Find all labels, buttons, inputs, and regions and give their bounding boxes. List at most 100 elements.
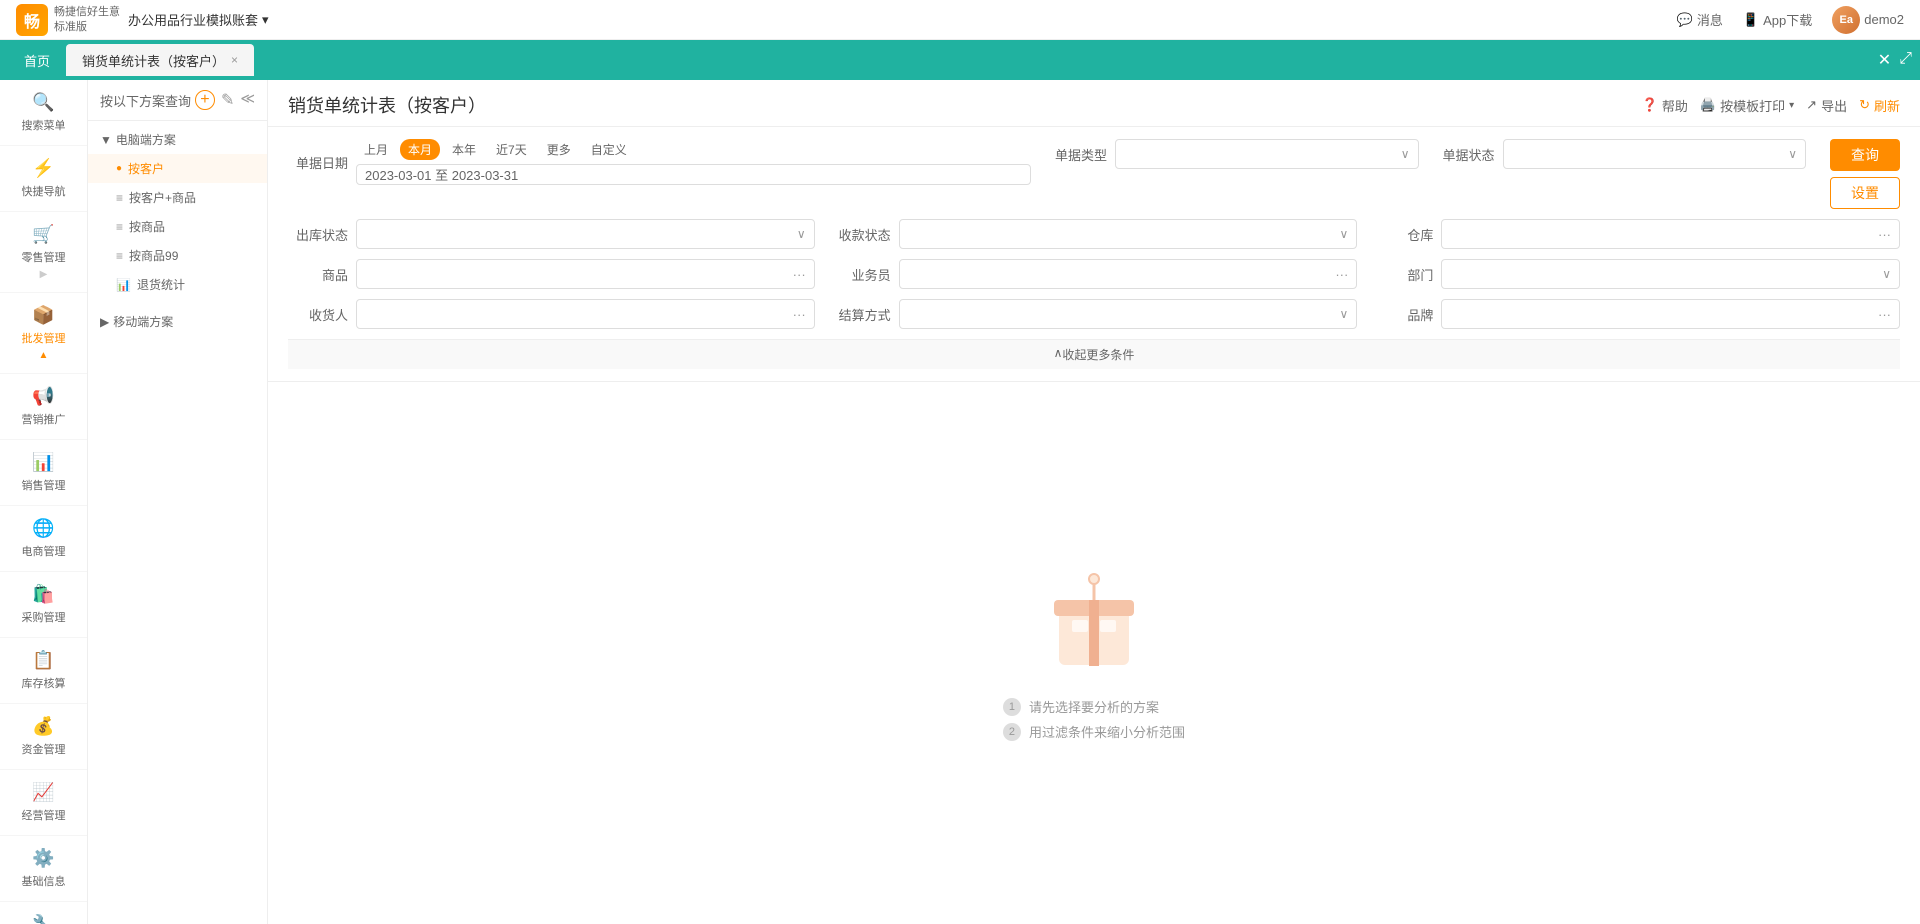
type-select[interactable]: ∨ bbox=[1115, 139, 1419, 169]
goods-filter: 商品 ··· bbox=[288, 259, 815, 289]
mobile-group-title[interactable]: ▶ 移动端方案 bbox=[88, 307, 267, 336]
date-btn-more[interactable]: 更多 bbox=[539, 139, 579, 160]
sidebar-item-sales[interactable]: 📊 销售管理 bbox=[0, 440, 87, 506]
tab-bar: 首页 销货单统计表（按客户） × ✕ ⤢ bbox=[0, 40, 1920, 80]
recipient-input[interactable]: ··· bbox=[356, 299, 815, 329]
logo-area: 畅 畅捷信好生意 标准版 bbox=[16, 4, 120, 36]
goods-label: 商品 bbox=[288, 265, 348, 284]
basic-icon: ⚙️ bbox=[32, 848, 54, 869]
tab-close-icon[interactable]: × bbox=[231, 53, 238, 67]
dept-filter: 部门 ∨ bbox=[1373, 259, 1900, 289]
close-window-icon[interactable]: ✕ bbox=[1878, 50, 1891, 70]
sidebar-item-finance[interactable]: 💰 资金管理 bbox=[0, 704, 87, 770]
goods-dots-icon: ··· bbox=[793, 267, 806, 282]
edit-scheme-icon[interactable]: ✎ bbox=[221, 90, 234, 110]
sidebar-item-quick-nav[interactable]: ⚡ 快捷导航 bbox=[0, 146, 87, 212]
date-btn-this-year[interactable]: 本年 bbox=[444, 139, 484, 160]
maximize-window-icon[interactable]: ⤢ bbox=[1899, 50, 1912, 70]
goods-input[interactable]: ··· bbox=[356, 259, 815, 289]
date-filter: 单据日期 上月 本月 本年 近7天 更多 自定义 2023-03-01 至 20… bbox=[288, 139, 1031, 185]
sidebar-item-basic[interactable]: ⚙️ 基础信息 bbox=[0, 836, 87, 902]
warehouse-filter: 仓库 ··· bbox=[1373, 219, 1900, 249]
out-status-label: 出库状态 bbox=[288, 225, 348, 244]
refresh-icon: ↻ bbox=[1859, 97, 1870, 113]
date-btn-group: 上月 本月 本年 近7天 更多 自定义 bbox=[356, 139, 1031, 160]
type-label: 单据类型 bbox=[1047, 145, 1107, 164]
salesperson-label: 业务员 bbox=[831, 265, 891, 284]
refresh-button[interactable]: ↻ 刷新 bbox=[1859, 96, 1900, 115]
dept-select[interactable]: ∨ bbox=[1441, 259, 1900, 289]
left-panel-actions: + ✎ ≪ bbox=[195, 90, 255, 110]
recipient-dots-icon: ··· bbox=[793, 307, 806, 322]
print-button[interactable]: 🖨️ 按模板打印 ▾ bbox=[1700, 96, 1794, 115]
sidebar-item-retail[interactable]: 🛒 零售管理 ▶ bbox=[0, 212, 87, 293]
sidebar-item-marketing[interactable]: 📢 营销推广 bbox=[0, 374, 87, 440]
tab-sales-stats[interactable]: 销货单统计表（按客户） × bbox=[66, 44, 254, 76]
date-label: 单据日期 bbox=[288, 153, 348, 172]
settlement-select[interactable]: ∨ bbox=[899, 299, 1358, 329]
user-profile[interactable]: Ea demo2 bbox=[1832, 6, 1904, 34]
desktop-group-title[interactable]: ▼ 电脑端方案 bbox=[88, 125, 267, 154]
out-status-select[interactable]: ∨ bbox=[356, 219, 815, 249]
recipient-filter: 收货人 ··· bbox=[288, 299, 815, 329]
step-1-number: 1 bbox=[1003, 698, 1021, 716]
date-range-input[interactable]: 2023-03-01 至 2023-03-31 bbox=[356, 164, 1031, 185]
salesperson-input[interactable]: ··· bbox=[899, 259, 1358, 289]
sidebar-item-operation[interactable]: 📈 经营管理 bbox=[0, 770, 87, 836]
query-btn-group: 查询 设置 bbox=[1822, 139, 1900, 209]
page-actions: ❓ 帮助 🖨️ 按模板打印 ▾ ↗ 导出 ↻ 刷新 bbox=[1642, 96, 1900, 115]
recipient-label: 收货人 bbox=[288, 305, 348, 324]
dept-label: 部门 bbox=[1373, 265, 1433, 284]
settlement-filter: 结算方式 ∨ bbox=[831, 299, 1358, 329]
empty-svg bbox=[1034, 565, 1154, 685]
scheme-item-by-goods-99[interactable]: ≡ 按商品99 bbox=[88, 241, 267, 270]
message-button[interactable]: 💬 消息 bbox=[1677, 10, 1723, 29]
purchase-icon: 🛍️ bbox=[32, 584, 54, 605]
date-btn-this-month[interactable]: 本月 bbox=[400, 139, 440, 160]
recv-status-arrow: ∨ bbox=[1340, 227, 1349, 241]
brand-input[interactable]: ··· bbox=[1441, 299, 1900, 329]
settlement-dropdown-arrow: ∨ bbox=[1340, 307, 1349, 321]
empty-state: 1 请先选择要分析的方案 2 用过滤条件来缩小分析范围 bbox=[268, 382, 1920, 924]
scheme-item-by-customer[interactable]: ● 按客户 bbox=[88, 154, 267, 183]
sidebar-item-wholesale[interactable]: 📦 批发管理 ▲ bbox=[0, 293, 87, 374]
message-icon: 💬 bbox=[1677, 12, 1693, 28]
export-icon: ↗ bbox=[1806, 97, 1817, 113]
industry-select[interactable]: 办公用品行业模拟账套 ▾ bbox=[128, 10, 269, 29]
scheme-item-by-customer-goods[interactable]: ≡ 按客户+商品 bbox=[88, 183, 267, 212]
export-button[interactable]: ↗ 导出 bbox=[1806, 96, 1847, 115]
chevron-right-icon: ▶ bbox=[40, 269, 48, 280]
logo-icon: 畅 bbox=[16, 4, 48, 36]
scheme-item-return-stats[interactable]: 📊 退货统计 bbox=[88, 270, 267, 299]
date-btn-custom[interactable]: 自定义 bbox=[583, 139, 635, 160]
sidebar-item-inventory[interactable]: 📋 库存核算 bbox=[0, 638, 87, 704]
filter-row-4: 收货人 ··· 结算方式 ∨ 品牌 bbox=[288, 299, 1900, 329]
collapse-row[interactable]: ∧ 收起更多条件 bbox=[288, 339, 1900, 369]
print-dropdown-arrow: ▾ bbox=[1789, 100, 1794, 111]
avatar: Ea bbox=[1832, 6, 1860, 34]
warehouse-input[interactable]: ··· bbox=[1441, 219, 1900, 249]
left-panel: 按以下方案查询 + ✎ ≪ ▼ 电脑端方案 ● 按客户 ≡ 按客户+商品 ≡ bbox=[88, 80, 268, 924]
app-download-button[interactable]: 📱 App下载 bbox=[1743, 10, 1812, 29]
help-button[interactable]: ❓ 帮助 bbox=[1642, 96, 1688, 115]
status-select[interactable]: ∨ bbox=[1503, 139, 1807, 169]
date-btn-last-month[interactable]: 上月 bbox=[356, 139, 396, 160]
scheme-group-mobile: ▶ 移动端方案 bbox=[88, 303, 267, 340]
sidebar-item-system[interactable]: 🔧 系统管理 bbox=[0, 902, 87, 924]
scheme-group-desktop: ▼ 电脑端方案 ● 按客户 ≡ 按客户+商品 ≡ 按商品 ≡ 按商品99 📊 退… bbox=[88, 121, 267, 303]
collapse-panel-icon[interactable]: ≪ bbox=[240, 90, 255, 110]
settings-button[interactable]: 设置 bbox=[1830, 177, 1900, 209]
add-scheme-icon[interactable]: + bbox=[195, 90, 215, 110]
query-button[interactable]: 查询 bbox=[1830, 139, 1900, 171]
date-btn-7days[interactable]: 近7天 bbox=[488, 139, 535, 160]
brand-dots-icon: ··· bbox=[1878, 307, 1891, 322]
recv-status-select[interactable]: ∨ bbox=[899, 219, 1358, 249]
finance-icon: 💰 bbox=[32, 716, 54, 737]
sidebar-item-search-menu[interactable]: 🔍 搜索菜单 bbox=[0, 80, 87, 146]
scheme-item-by-goods[interactable]: ≡ 按商品 bbox=[88, 212, 267, 241]
sidebar-item-ecommerce[interactable]: 🌐 电商管理 bbox=[0, 506, 87, 572]
sidebar-item-purchase[interactable]: 🛍️ 采购管理 bbox=[0, 572, 87, 638]
scheme-icon-4: 📊 bbox=[116, 278, 131, 292]
tab-home[interactable]: 首页 bbox=[8, 44, 66, 76]
logo-text: 畅捷信好生意 标准版 bbox=[54, 5, 120, 34]
